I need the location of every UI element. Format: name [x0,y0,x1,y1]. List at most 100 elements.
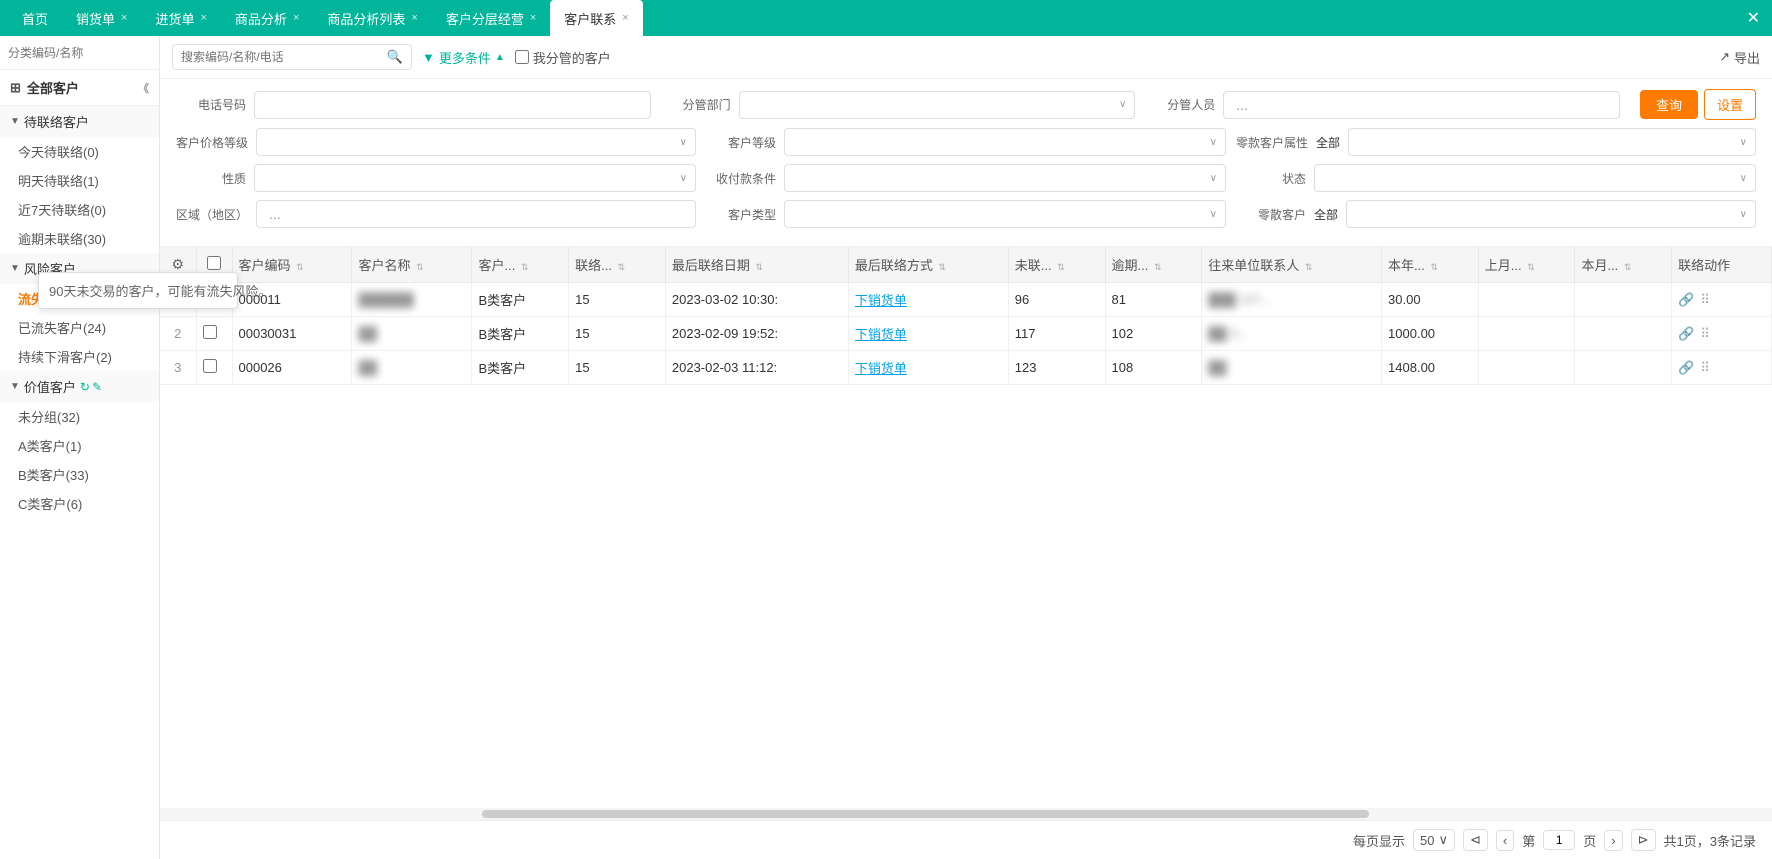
refresh-icon[interactable]: ↻ [80,380,90,394]
close-product-analysis-tab[interactable]: × [293,12,299,24]
sidebar-all-customers[interactable]: ⊞ 全部客户 《 [0,70,159,106]
collapse-icon[interactable]: 《 [138,80,149,96]
tab-product-analysis-list[interactable]: 商品分析列表 × [313,0,431,36]
prev-page-btn[interactable]: ‹ [1496,830,1514,851]
close-purchase-tab[interactable]: × [200,12,206,24]
sidebar-item-class-a[interactable]: A类客户(1) [0,431,159,460]
gender-select[interactable]: ∨ [254,164,696,192]
sidebar-item-class-b[interactable]: B类客户(33) [0,460,159,489]
row-select-checkbox-1[interactable] [203,325,217,339]
sort-name-icon[interactable]: ⇅ [416,262,424,272]
select-all-checkbox[interactable] [207,256,221,270]
zero-attr-select[interactable]: ∨ [1348,128,1756,156]
sidebar-item-unclassified[interactable]: 未分组(32) [0,402,159,431]
sort-last-method-icon[interactable]: ⇅ [939,262,947,272]
row-overdue-1: 102 [1105,317,1202,351]
region-select[interactable]: ... [256,200,696,228]
row-last-method-0[interactable]: 下销货单 [848,283,1008,317]
sort-last-date-icon[interactable]: ⇅ [756,262,764,272]
tab-bar: 首页 销货单 × 进货单 × 商品分析 × 商品分析列表 × 客户分层经营 × … [0,0,1772,36]
sort-level-icon[interactable]: ⇅ [521,262,529,272]
export-btn[interactable]: ↗ 导出 [1719,48,1760,67]
my-customer-checkbox[interactable] [515,50,529,64]
close-sales-tab[interactable]: × [121,12,127,24]
customer-type-select[interactable]: ∨ [784,200,1226,228]
content-area: 🔍 ▼ 更多条件 ▲ 我分管的客户 ↗ 导出 电话号码 [160,36,1772,859]
close-customer-contact-tab[interactable]: × [622,12,628,24]
status-select[interactable]: ∨ [1314,164,1756,192]
row-select-checkbox-2[interactable] [203,359,217,373]
search-submit-icon[interactable]: 🔍 [387,49,403,65]
action-more-icon-1[interactable]: ⠿ [1700,326,1710,342]
query-button[interactable]: 查询 [1640,90,1698,119]
row-last-method-1[interactable]: 下销货单 [848,317,1008,351]
sidebar-group-pending[interactable]: ▼ 待联络客户 [0,106,159,137]
page-input[interactable] [1543,830,1575,850]
dept-select[interactable]: ∨ [739,91,1136,119]
tab-product-analysis[interactable]: 商品分析 × [221,0,313,36]
row-level-0: B类客户 [472,283,569,317]
sidebar-item-7days[interactable]: 近7天待联络(0) [0,195,159,224]
level-select[interactable]: ∨ [784,128,1226,156]
next-page-btn[interactable]: › [1604,830,1622,851]
sort-overdue-icon[interactable]: ⇅ [1154,262,1162,272]
col-contact-person-header: 往来单位联系人 ⇅ [1202,247,1382,283]
payment-select[interactable]: ∨ [784,164,1226,192]
row-last-method-2[interactable]: 下销货单 [848,351,1008,385]
manager-select[interactable]: ... [1223,91,1620,119]
chevron-up-icon: ▲ [495,52,505,63]
retail-select[interactable]: ∨ [1346,200,1756,228]
last-page-btn[interactable]: ⊳ [1631,829,1656,851]
gear-settings-icon[interactable]: ⚙ [171,256,184,272]
sidebar-item-tomorrow[interactable]: 明天待联络(1) [0,166,159,195]
row-code-2: 000026 [232,351,352,385]
row-contact-count-1: 15 [569,317,666,351]
scrollbar-thumb[interactable] [482,810,1369,818]
my-customer-checkbox-wrap[interactable]: 我分管的客户 [515,48,611,67]
sidebar-item-declining[interactable]: 持续下滑客户(2) [0,342,159,371]
price-level-select[interactable]: ∨ [256,128,696,156]
tab-home[interactable]: 首页 [8,0,62,36]
window-close-btn[interactable]: ✕ [1747,8,1760,28]
filter-level: 客户等级 ∨ [706,128,1226,156]
action-link-icon-1[interactable]: 🔗 [1678,326,1694,342]
tab-customer-contact[interactable]: 客户联系 × [550,0,642,36]
action-more-icon-2[interactable]: ⠿ [1700,360,1710,376]
tab-purchase[interactable]: 进货单 × [141,0,220,36]
edit-icon[interactable]: ✎ [92,380,102,394]
region-dots-icon[interactable]: ... [265,206,285,222]
action-more-icon-0[interactable]: ⠿ [1700,292,1710,308]
filter-status: 状态 ∨ [1236,164,1756,192]
sidebar-item-class-c[interactable]: C类客户(6) [0,489,159,518]
more-filter-btn[interactable]: ▼ 更多条件 ▲ [422,48,505,67]
dots-icon[interactable]: ... [1232,97,1252,113]
row-contact-count-0: 15 [569,283,666,317]
sort-contact-icon[interactable]: ⇅ [618,262,626,272]
sort-last-month-icon[interactable]: ⇅ [1527,262,1535,272]
tab-customer-layer[interactable]: 客户分层经营 × [432,0,550,36]
sort-contact-person-icon[interactable]: ⇅ [1305,262,1313,272]
first-page-btn[interactable]: ⊲ [1463,829,1488,851]
tab-sales[interactable]: 销货单 × [62,0,141,36]
sort-code-icon[interactable]: ⇅ [296,262,304,272]
setting-button[interactable]: 设置 [1704,89,1756,120]
per-page-select[interactable]: 50 ∨ [1413,829,1455,851]
sidebar-search-input[interactable] [8,46,160,60]
col-last-date-header: 最后联络日期 ⇅ [665,247,848,283]
sidebar-item-today[interactable]: 今天待联络(0) [0,137,159,166]
row-last-date-2: 2023-02-03 11:12: [665,351,848,385]
action-link-icon-0[interactable]: 🔗 [1678,292,1694,308]
sort-not-contacted-icon[interactable]: ⇅ [1057,262,1065,272]
horizontal-scrollbar[interactable] [160,808,1772,820]
close-customer-layer-tab[interactable]: × [530,12,536,24]
sort-this-month-icon[interactable]: ⇅ [1624,262,1632,272]
close-product-analysis-list-tab[interactable]: × [411,12,417,24]
sidebar-item-overdue-contact[interactable]: 逾期未联络(30) [0,224,159,253]
sidebar-item-churned[interactable]: 已流失客户(24) [0,313,159,342]
row-contact-person-1: ██ 3... [1202,317,1382,351]
sort-this-year-icon[interactable]: ⇅ [1431,262,1439,272]
search-input[interactable] [181,50,383,64]
phone-input[interactable] [254,91,651,119]
action-link-icon-2[interactable]: 🔗 [1678,360,1694,376]
sidebar-group-value[interactable]: ▼ 价值客户 ↻ ✎ [0,371,159,402]
